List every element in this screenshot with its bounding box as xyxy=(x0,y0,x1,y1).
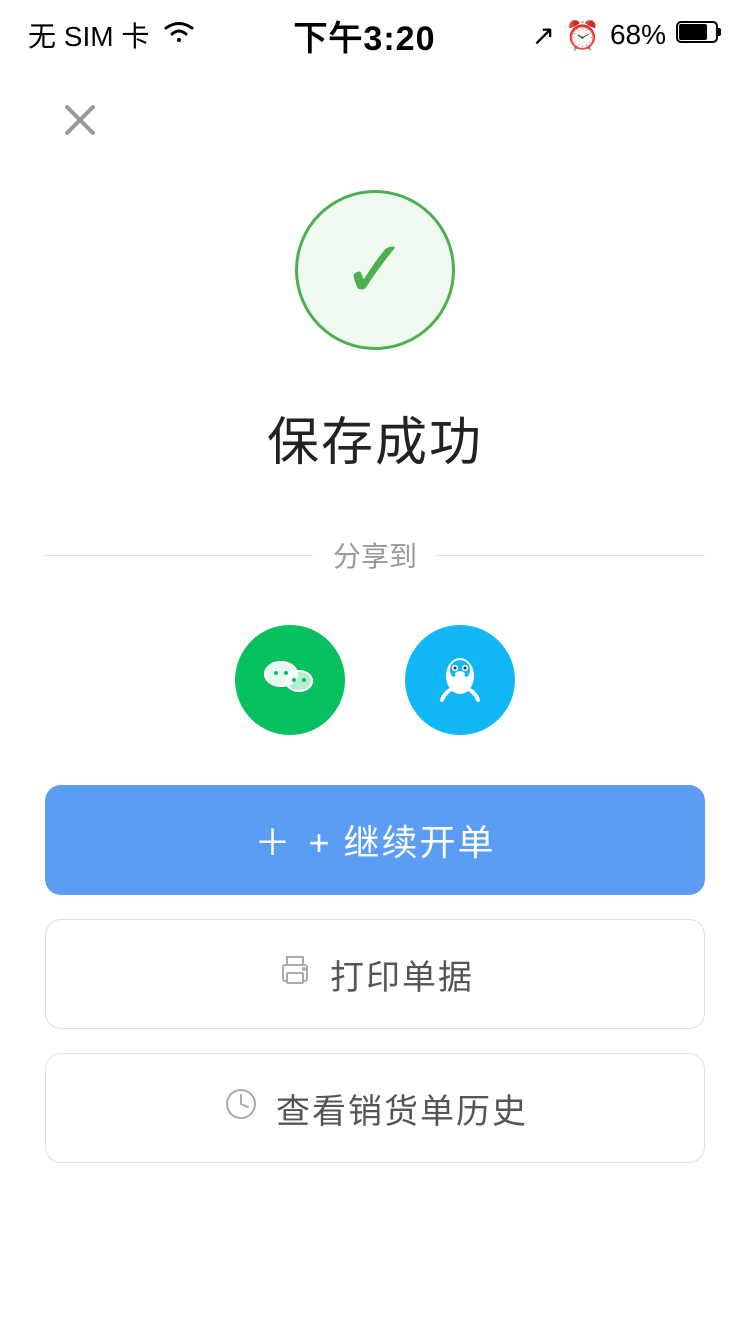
wechat-share-button[interactable] xyxy=(235,625,345,735)
location-icon: ↗ xyxy=(532,19,555,52)
action-buttons: ＋ + 继续开单 打印单据 查看销货单历史 xyxy=(45,785,705,1163)
status-bar: 无 SIM 卡 下午3:20 ↗ ⏰ 68% xyxy=(0,0,750,70)
history-label: 查看销货单历史 xyxy=(276,1084,528,1133)
success-title: 保存成功 xyxy=(267,400,483,475)
carrier-text: 无 SIM 卡 xyxy=(28,15,149,55)
printer-icon xyxy=(276,951,314,998)
success-circle: ✓ xyxy=(295,190,455,350)
wifi-icon xyxy=(161,18,197,53)
history-icon xyxy=(222,1085,260,1132)
share-label: 分享到 xyxy=(333,535,417,575)
plus-icon: ＋ xyxy=(254,814,292,866)
battery-icon xyxy=(676,19,722,51)
share-section: 分享到 xyxy=(45,535,705,735)
alarm-icon: ⏰ xyxy=(565,19,600,52)
history-button[interactable]: 查看销货单历史 xyxy=(45,1053,705,1163)
divider-line-right xyxy=(437,555,705,556)
share-icons xyxy=(45,625,705,735)
status-right: ↗ ⏰ 68% xyxy=(532,19,722,52)
continue-label: + 继续开单 xyxy=(308,814,495,866)
continue-button[interactable]: ＋ + 继续开单 xyxy=(45,785,705,895)
close-button[interactable] xyxy=(50,90,110,150)
checkmark-icon: ✓ xyxy=(341,230,408,310)
status-left: 无 SIM 卡 xyxy=(28,15,197,55)
print-label: 打印单据 xyxy=(330,950,474,999)
share-divider: 分享到 xyxy=(45,535,705,575)
print-button[interactable]: 打印单据 xyxy=(45,919,705,1029)
battery-text: 68% xyxy=(610,19,666,51)
main-content: ✓ 保存成功 分享到 xyxy=(0,70,750,1163)
qq-share-button[interactable] xyxy=(405,625,515,735)
divider-line-left xyxy=(45,555,313,556)
status-time: 下午3:20 xyxy=(293,11,435,60)
